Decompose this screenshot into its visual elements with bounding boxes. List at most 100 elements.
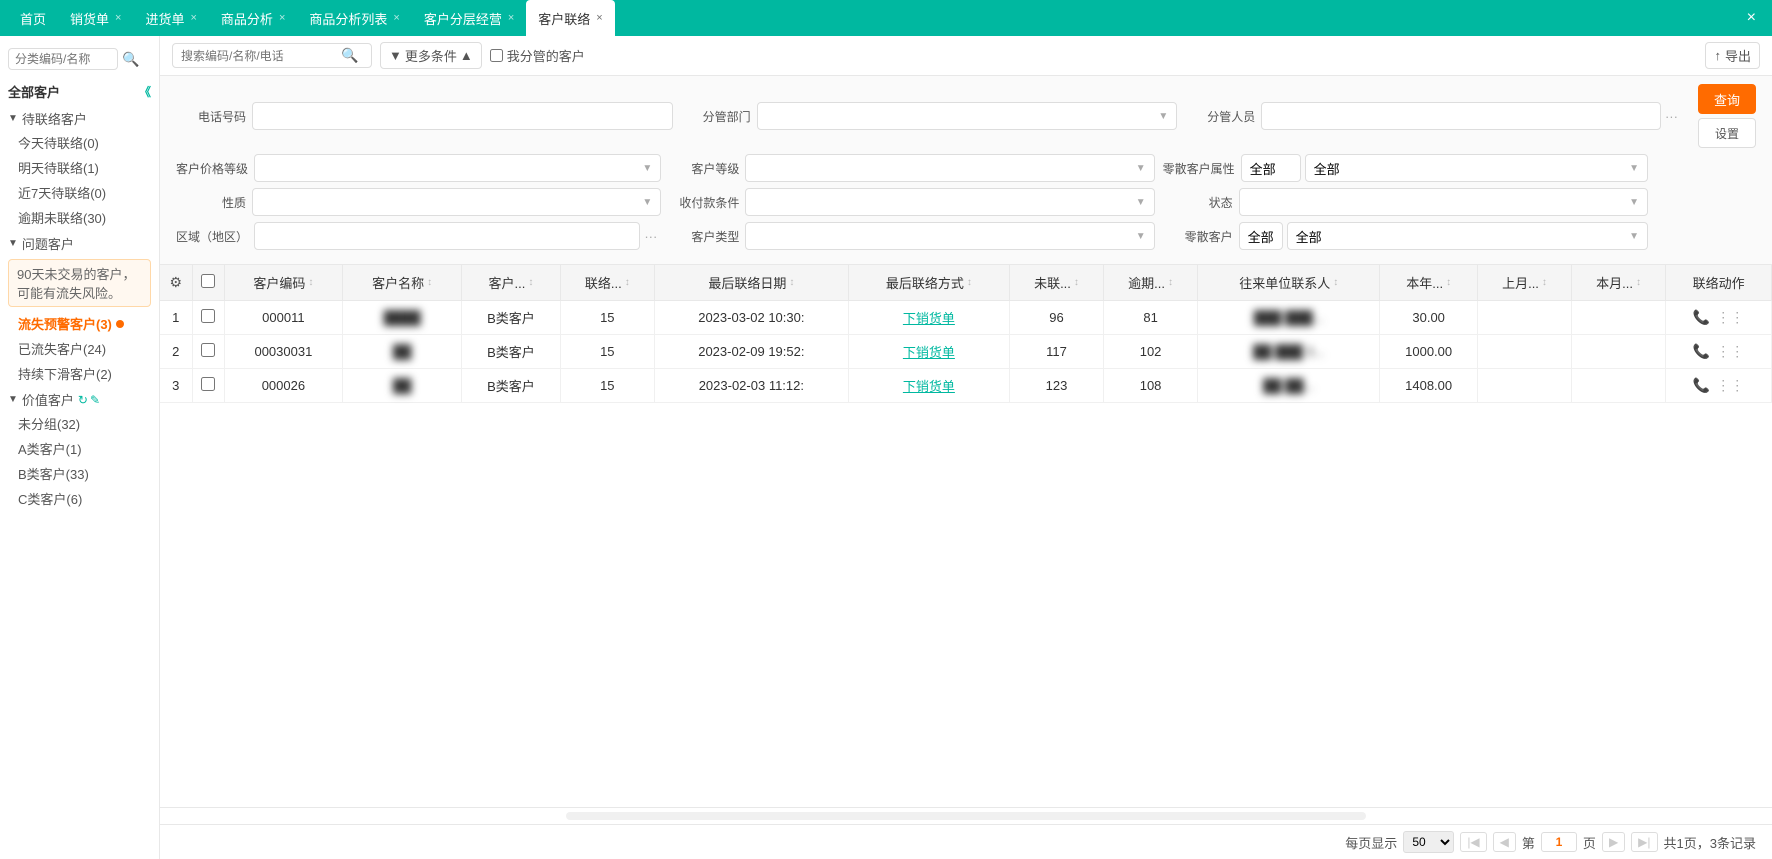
nav-tab-customer-contact[interactable]: 客户联络 × [526,0,614,36]
th-last-way[interactable]: 最后联络方式 ↕ [848,265,1009,301]
nav-tab-analysis-list[interactable]: 商品分析列表 × [297,0,411,36]
th-overdue[interactable]: 逾期... ↕ [1104,265,1198,301]
action-more-icon-1[interactable]: ⋮⋮ [1716,309,1744,326]
sidebar-search-wrap: 🔍 [0,44,159,74]
close-tab-purchase[interactable]: × [190,12,196,24]
first-page-btn[interactable]: |◀ [1460,832,1486,852]
nav-tab-customer-layer[interactable]: 客户分层经营 × [412,0,526,36]
sidebar-section-problem[interactable]: ▼ 问题客户 [0,230,159,255]
row-checkbox-1[interactable] [201,309,215,323]
sidebar-tooltip: 90天未交易的客户，可能有流失风险。 [8,259,151,307]
value-refresh-icon[interactable]: ↻ [78,393,88,407]
filter-select-cust-grade[interactable]: ▼ [745,154,1154,182]
search-input-wrap: 🔍 [172,43,372,68]
th-contact[interactable]: 联络... ↕ [560,265,654,301]
sidebar-item-churn-warning[interactable]: 流失预警客户(3) [0,311,159,336]
nav-tab-sales[interactable]: 销货单 × [58,0,133,36]
last-way-link-3[interactable]: 下销货单 [903,379,955,394]
last-way-link-1[interactable]: 下销货单 [903,311,955,326]
sidebar-item-tomorrow[interactable]: 明天待联络(1) [0,155,159,180]
filter-select-nature[interactable]: ▼ [252,188,661,216]
more-conditions-btn[interactable]: ▼ 更多条件 ▲ [380,42,482,69]
my-customers-checkbox[interactable] [490,49,503,62]
page-size-select[interactable]: 20 50 100 [1403,831,1454,853]
th-last-date[interactable]: 最后联络日期 ↕ [654,265,848,301]
th-this-month[interactable]: 本月... ↕ [1572,265,1666,301]
td-last-date-1: 2023-03-02 10:30: [654,301,848,335]
th-this-year[interactable]: 本年... ↕ [1380,265,1478,301]
nav-tab-purchase[interactable]: 进货单 × [133,0,208,36]
close-tab-analysis-list[interactable]: × [393,12,399,24]
sidebar-item-churned[interactable]: 已流失客户(24) [0,336,159,361]
action-phone-icon-1[interactable]: 📞 [1693,309,1710,326]
close-tab-customer-contact[interactable]: × [596,12,602,24]
filter-select-price-grade[interactable]: ▼ [254,154,661,182]
td-not-contacted-2: 117 [1009,335,1103,369]
search-input[interactable] [181,49,341,63]
sidebar-item-b-class[interactable]: B类客户(33) [0,461,159,486]
sidebar-section-pending[interactable]: ▼ 待联络客户 [0,105,159,130]
close-tab-analysis[interactable]: × [279,12,285,24]
th-type[interactable]: 客户... ↕ [462,265,561,301]
filter-cell-retail: 零散客户 全部 全部 ▼ [1163,222,1648,250]
filter-input-region[interactable] [254,222,640,250]
sidebar-item-c-class[interactable]: C类客户(6) [0,486,159,511]
sidebar-item-a-class[interactable]: A类客户(1) [0,436,159,461]
th-code[interactable]: 客户编码 ↕ [224,265,343,301]
filter-select-person[interactable] [1261,102,1661,130]
prev-page-btn[interactable]: ◀ [1493,832,1516,852]
sidebar-collapse-btn[interactable]: 《 [139,83,151,100]
sidebar-search-input[interactable] [8,48,118,70]
action-phone-icon-3[interactable]: 📞 [1693,377,1710,394]
filter-select-cust-type[interactable]: ▼ [745,222,1154,250]
th-not-contacted[interactable]: 未联... ↕ [1009,265,1103,301]
sidebar-section-value[interactable]: ▼ 价值客户 ↻ ✎ [0,386,159,411]
nav-home[interactable]: 首页 [8,9,58,28]
filter-dots-person[interactable]: ··· [1661,109,1682,124]
action-more-icon-3[interactable]: ⋮⋮ [1716,377,1744,394]
filter-dots-region[interactable]: ··· [640,229,661,244]
last-way-link-2[interactable]: 下销货单 [903,345,955,360]
query-btn[interactable]: 查询 [1698,84,1756,114]
search-submit-icon[interactable]: 🔍 [341,47,358,64]
filter-input-phone[interactable] [252,102,673,130]
settings-grid-icon[interactable]: ⚙ [169,274,182,290]
row-checkbox-2[interactable] [201,343,215,357]
sidebar-item-declining[interactable]: 持续下滑客户(2) [0,361,159,386]
filter-select-payment[interactable]: ▼ [745,188,1154,216]
next-page-btn[interactable]: ▶ [1602,832,1625,852]
close-tab-sales[interactable]: × [115,12,121,24]
filter-cell-status: 状态 ▼ [1163,188,1648,216]
chevron-icon: ▲ [460,48,473,63]
sidebar-item-ungrouped[interactable]: 未分组(32) [0,411,159,436]
action-phone-icon-2[interactable]: 📞 [1693,343,1710,360]
settings-btn[interactable]: 设置 [1698,118,1756,148]
row-checkbox-3[interactable] [201,377,215,391]
page-label: 第 [1522,833,1535,852]
sidebar-all-customers[interactable]: 全部客户 《 [0,78,159,105]
action-more-icon-2[interactable]: ⋮⋮ [1716,343,1744,360]
filter-select-retail-val[interactable]: 全部 ▼ [1287,222,1648,250]
sidebar-search-icon[interactable]: 🔍 [122,51,139,68]
filter-select-status[interactable]: ▼ [1239,188,1648,216]
h-scrollbar[interactable] [566,812,1366,820]
value-edit-icon[interactable]: ✎ [90,393,100,407]
th-name[interactable]: 客户名称 ↕ [343,265,462,301]
nav-tab-analysis[interactable]: 商品分析 × [209,0,297,36]
filter-select-dept[interactable]: ▼ [757,102,1178,130]
export-btn[interactable]: ↑ 导出 [1705,42,1760,69]
sidebar-item-today[interactable]: 今天待联络(0) [0,130,159,155]
last-page-btn[interactable]: ▶| [1631,832,1657,852]
close-tab-customer-layer[interactable]: × [508,12,514,24]
th-contact-person[interactable]: 往来单位联系人 ↕ [1198,265,1380,301]
my-customers-check[interactable]: 我分管的客户 [490,46,585,65]
filter-select-retail-attr[interactable]: 全部 [1241,154,1301,182]
sidebar-item-7days[interactable]: 近7天待联络(0) [0,180,159,205]
close-all-tabs[interactable]: × [1739,9,1764,27]
filter-select-retail-attr-val[interactable]: 全部 ▼ [1305,154,1648,182]
filter-select-retail[interactable]: 全部 [1239,222,1283,250]
th-last-month[interactable]: 上月... ↕ [1477,265,1571,301]
select-all-checkbox[interactable] [201,274,215,288]
sidebar-item-overdue[interactable]: 逾期未联络(30) [0,205,159,230]
current-page-input[interactable] [1541,832,1577,852]
